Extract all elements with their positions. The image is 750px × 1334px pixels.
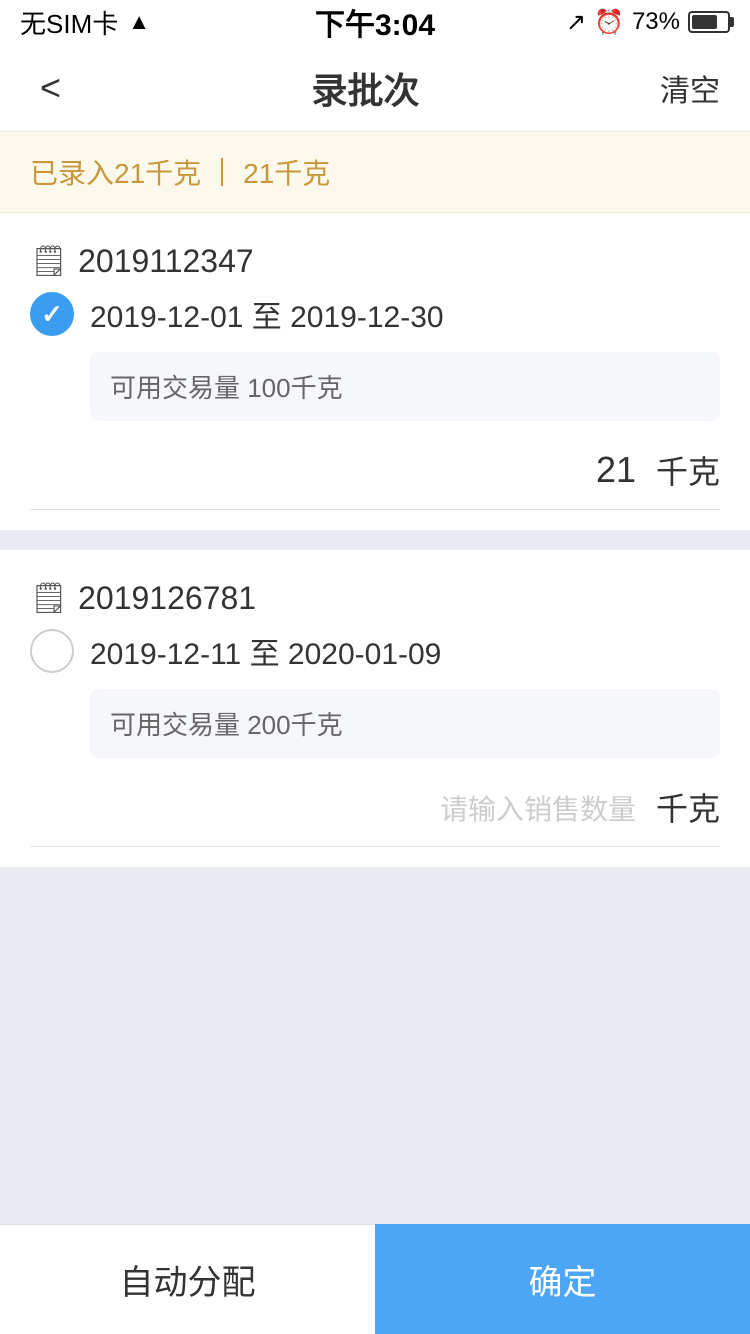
- batch-doc-icon-1: 🗒: [30, 244, 68, 279]
- batch-doc-icon-2: 🗒: [30, 581, 68, 616]
- date-row-2[interactable]: 2019-12-11 至 2020-01-09: [30, 629, 720, 673]
- carrier-text: 无SIM卡: [20, 4, 118, 41]
- batch-item-1: 🗒 2019112347 2019-12-01 至 2019-12-30 可用交…: [0, 213, 750, 530]
- date-range-2: 2019-12-11 至 2020-01-09: [90, 629, 441, 673]
- batch-id-2: 2019126781: [78, 580, 256, 617]
- summary-banner: 已录入21千克 21千克: [0, 132, 750, 213]
- unit-label-2: 千克: [656, 784, 720, 830]
- date-row-1[interactable]: 2019-12-01 至 2019-12-30: [30, 292, 720, 336]
- status-time: 下午3:04: [315, 0, 435, 44]
- battery-percent: 73%: [632, 8, 680, 36]
- content-area: 已录入21千克 21千克 🗒 2019112347 2019-12-01 至 2…: [0, 132, 750, 1267]
- radio-checked-1[interactable]: [30, 292, 74, 336]
- bottom-spacer: [0, 867, 750, 1267]
- wifi-icon: ▲: [128, 9, 150, 35]
- date-range-1: 2019-12-01 至 2019-12-30: [90, 292, 444, 336]
- batch-header-2: 🗒 2019126781: [30, 580, 720, 617]
- battery-icon: [688, 11, 730, 33]
- already-recorded-label: 已录入21千克: [30, 152, 201, 192]
- radio-unchecked-2[interactable]: [30, 629, 74, 673]
- batch-header-1: 🗒 2019112347: [30, 243, 720, 280]
- confirm-button[interactable]: 确定: [375, 1224, 750, 1334]
- nav-bar: < 录批次 清空: [0, 44, 750, 132]
- clear-button[interactable]: 清空: [660, 66, 720, 110]
- alarm-icon: ⏰: [594, 8, 624, 37]
- batch-id-1: 2019112347: [78, 243, 254, 280]
- status-right: ↗ ⏰ 73%: [566, 8, 730, 37]
- page-title: 录批次: [312, 62, 420, 114]
- auto-distribute-button[interactable]: 自动分配: [0, 1224, 375, 1334]
- bottom-bar: 自动分配 确定: [0, 1224, 750, 1334]
- quantity-input-2[interactable]: [171, 786, 636, 828]
- status-carrier: 无SIM卡 ▲: [20, 4, 150, 41]
- batch-item-2: 🗒 2019126781 2019-12-11 至 2020-01-09 可用交…: [0, 550, 750, 867]
- summary-divider: [221, 158, 223, 186]
- quantity-input-1[interactable]: [171, 449, 636, 491]
- section-divider: [0, 530, 750, 550]
- input-row-2: 千克: [30, 768, 720, 847]
- location-icon: ↗: [566, 8, 586, 37]
- avail-qty-2: 可用交易量 200千克: [90, 689, 720, 758]
- status-bar: 无SIM卡 ▲ 下午3:04 ↗ ⏰ 73%: [0, 0, 750, 44]
- summary-value: 21千克: [243, 152, 330, 192]
- avail-qty-1: 可用交易量 100千克: [90, 352, 720, 421]
- back-button[interactable]: <: [30, 57, 71, 119]
- input-row-1: 千克: [30, 431, 720, 510]
- unit-label-1: 千克: [656, 447, 720, 493]
